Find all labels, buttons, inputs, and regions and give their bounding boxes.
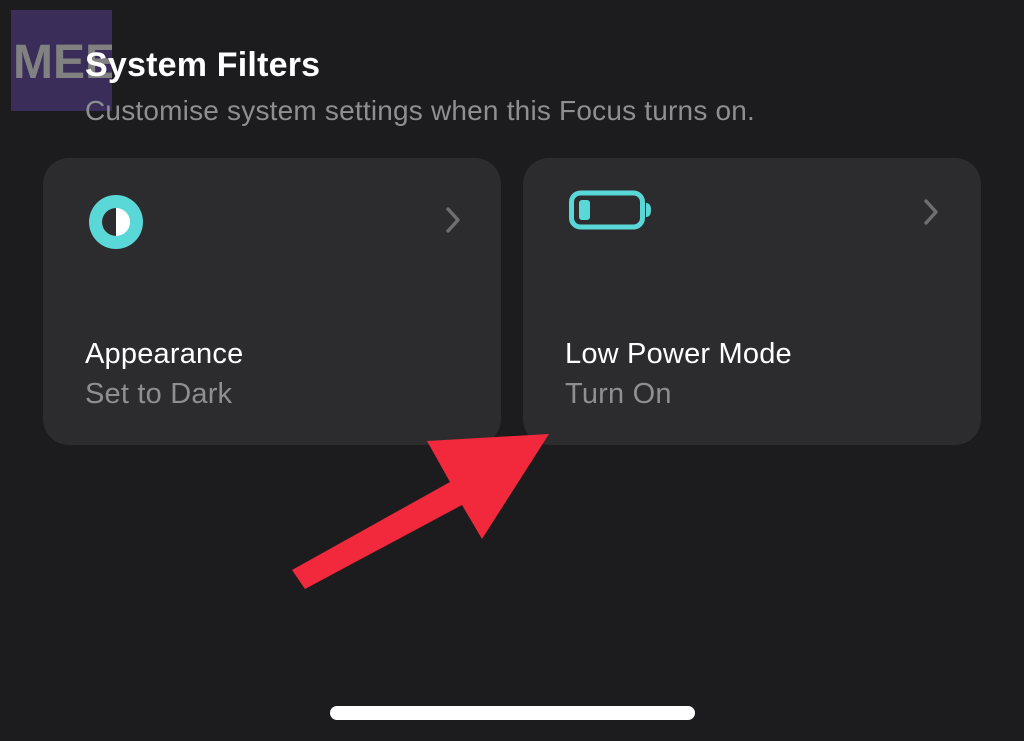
appearance-filter-card[interactable]: Appearance Set to Dark bbox=[43, 158, 501, 445]
low-power-mode-value: Turn On bbox=[565, 378, 672, 410]
section-subtitle: Customise system settings when this Focu… bbox=[85, 95, 756, 126]
appearance-title: Appearance bbox=[85, 338, 244, 370]
section-title: System Filters bbox=[85, 46, 321, 84]
appearance-icon bbox=[88, 194, 144, 255]
battery-low-icon bbox=[569, 190, 653, 235]
chevron-right-icon bbox=[445, 206, 461, 239]
home-indicator[interactable] bbox=[330, 706, 695, 720]
appearance-value: Set to Dark bbox=[85, 378, 233, 410]
low-power-mode-title: Low Power Mode bbox=[565, 338, 792, 370]
low-power-mode-filter-card[interactable]: Low Power Mode Turn On bbox=[523, 158, 981, 445]
chevron-right-icon bbox=[923, 198, 939, 231]
